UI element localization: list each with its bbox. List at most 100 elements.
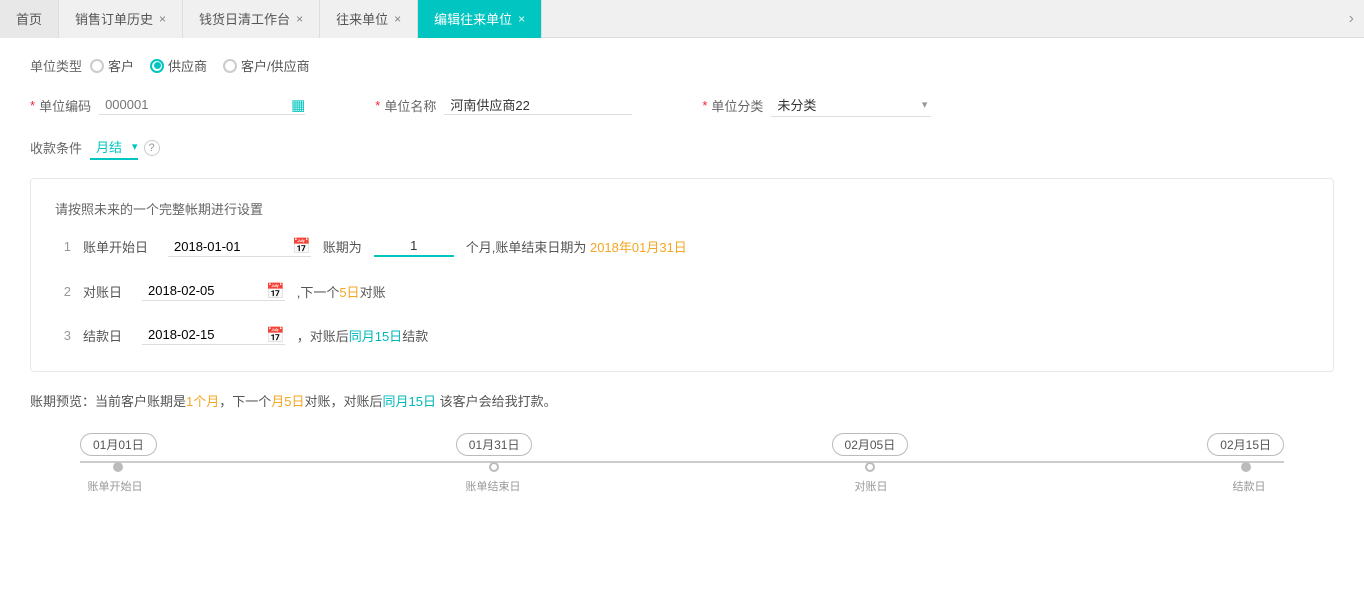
unit-code-picker-icon[interactable]: ▦ <box>291 96 305 114</box>
timeline-spacer-1 <box>157 465 456 472</box>
tab-cash-workbench-label: 钱货日清工作台 <box>199 9 290 28</box>
timeline-sublabel-3: 对账日 <box>836 478 906 494</box>
unit-category-value: 未分类 <box>771 93 822 116</box>
tabs-bar: 首页 销售订单历史 × 钱货日清工作台 × 往来单位 × 编辑往来单位 × › <box>0 0 1364 38</box>
payment-terms-help-icon[interactable]: ? <box>144 140 160 156</box>
tab-cash-workbench-close[interactable]: × <box>296 12 303 26</box>
timeline-nodes-container: 01月01日 01月31日 02月05日 <box>50 433 1314 472</box>
period-num-2: 2 <box>55 284 71 299</box>
period-row-1: 1 账单开始日 📅 账期为 个月,账单结束日期为 2018年01月31日 <box>55 236 1309 257</box>
unit-code-input-wrapper: ▦ <box>99 95 305 115</box>
timeline-spacer-2 <box>532 465 831 472</box>
timeline-badge-1: 01月01日 <box>80 433 157 456</box>
unit-info-row: * 单位编码 ▦ * 单位名称 * 单位分类 未分类 ▾ <box>30 93 1334 117</box>
timeline-node-end: 02月15日 <box>1207 433 1284 472</box>
tab-edit-partner-label: 编辑往来单位 <box>434 9 512 28</box>
tab-partner-units-label: 往来单位 <box>336 9 388 28</box>
tab-edit-partner[interactable]: 编辑往来单位 × <box>418 0 542 38</box>
period-num-3: 3 <box>55 328 71 343</box>
unit-type-item: 单位类型 客户 供应商 客户/供应商 <box>30 56 310 75</box>
summary-highlight-2: 月5日 <box>271 394 304 409</box>
unit-code-star: * <box>30 98 35 113</box>
period-num-1: 1 <box>55 239 71 254</box>
radio-customer-supplier-label: 客户/供应商 <box>241 56 310 75</box>
unit-code-input[interactable] <box>99 95 287 114</box>
payment-terms-select[interactable]: 月结 ▾ <box>90 135 138 160</box>
timeline-line <box>80 461 1284 463</box>
unit-category-select[interactable]: 未分类 ▾ <box>771 93 931 117</box>
period-field-label-1: 账单开始日 <box>83 237 148 256</box>
tab-sales-history-label: 销售订单历史 <box>75 9 153 28</box>
unit-category-chevron: ▾ <box>922 98 932 111</box>
period-date-2-highlight: 5日 <box>339 285 359 300</box>
tab-edit-partner-close[interactable]: × <box>518 12 525 26</box>
period-date-2-input[interactable] <box>142 281 262 300</box>
period-row-3: 3 结款日 📅 ，对账后同月15日结款 <box>55 325 1309 345</box>
timeline-badge-4: 02月15日 <box>1207 433 1284 456</box>
unit-category-item: * 单位分类 未分类 ▾ <box>702 93 931 117</box>
timeline-sublabel-2: 账单结束日 <box>458 478 528 494</box>
timeline-sublabels: 账单开始日 账单结束日 对账日 结款日 <box>50 472 1314 494</box>
timeline: 01月01日 01月31日 02月05日 <box>30 433 1334 494</box>
timeline-dot-2 <box>489 462 499 472</box>
radio-supplier-circle <box>150 59 164 73</box>
period-date-1-input[interactable] <box>168 237 288 256</box>
tab-sales-history-close[interactable]: × <box>159 12 166 26</box>
period-date-3-wrapper: 📅 <box>142 325 285 345</box>
timeline-dot-4 <box>1241 462 1251 472</box>
timeline-node-3: 02月05日 <box>832 433 909 472</box>
period-settings-box: 请按照未来的一个完整帐期进行设置 1 账单开始日 📅 账期为 个月,账单结束日期… <box>30 178 1334 372</box>
payment-terms-item: 收款条件 月结 ▾ ? <box>30 135 160 160</box>
timeline-spacer-3 <box>908 465 1207 472</box>
summary-highlight-3: 同月15日 <box>383 394 436 409</box>
summary-highlight-1: 1个月 <box>186 394 219 409</box>
timeline-dot-3 <box>865 462 875 472</box>
unit-name-label: 单位名称 <box>384 96 436 115</box>
period-desc-2: ,下一个5日对账 <box>297 282 386 301</box>
timeline-sublabel-1: 账单开始日 <box>80 478 150 494</box>
tab-home[interactable]: 首页 <box>0 0 59 38</box>
tab-cash-workbench[interactable]: 钱货日清工作台 × <box>183 0 320 38</box>
tab-partner-units[interactable]: 往来单位 × <box>320 0 418 38</box>
payment-terms-row: 收款条件 月结 ▾ ? <box>30 135 1334 160</box>
timeline-dot-1 <box>113 462 123 472</box>
timeline-node-2: 01月31日 <box>456 433 533 472</box>
radio-customer-label: 客户 <box>108 56 134 75</box>
tab-sales-history[interactable]: 销售订单历史 × <box>59 0 183 38</box>
timeline-sublabel-4: 结款日 <box>1214 478 1284 494</box>
period-date-2-icon[interactable]: 📅 <box>266 282 285 300</box>
period-date-1-icon[interactable]: 📅 <box>292 237 311 255</box>
period-field-label-2: 对账日 <box>83 282 122 301</box>
unit-name-input[interactable] <box>444 95 632 115</box>
unit-type-row: 单位类型 客户 供应商 客户/供应商 <box>30 56 1334 75</box>
summary-text: 账期预览：当前客户账期是1个月，下一个月5日对账，对账后同月15日 该客户会给我… <box>30 390 1334 413</box>
tabs-more-button[interactable]: › <box>1339 10 1364 28</box>
period-date-3-input[interactable] <box>142 325 262 344</box>
period-label-1: 账期为 <box>323 237 362 256</box>
period-desc-3: ，对账后同月15日结款 <box>297 326 429 345</box>
unit-code-item: * 单位编码 ▦ <box>30 95 305 115</box>
unit-type-radio-group: 客户 供应商 客户/供应商 <box>90 56 310 75</box>
period-box-title: 请按照未来的一个完整帐期进行设置 <box>55 199 1309 218</box>
period-row-2: 2 对账日 📅 ,下一个5日对账 <box>55 281 1309 301</box>
unit-code-label: 单位编码 <box>39 96 91 115</box>
tab-partner-units-close[interactable]: × <box>394 12 401 26</box>
payment-terms-chevron: ▾ <box>132 140 138 153</box>
period-end-date-highlight: 2018年01月31日 <box>590 240 687 255</box>
unit-name-star: * <box>375 98 380 113</box>
radio-customer-supplier[interactable]: 客户/供应商 <box>223 56 310 75</box>
tab-home-label: 首页 <box>16 9 42 28</box>
payment-terms-label: 收款条件 <box>30 138 82 157</box>
radio-supplier-label: 供应商 <box>168 56 207 75</box>
period-field-label-3: 结款日 <box>83 326 122 345</box>
payment-terms-value: 月结 <box>90 135 128 158</box>
radio-customer[interactable]: 客户 <box>90 56 134 75</box>
timeline-badge-2: 01月31日 <box>456 433 533 456</box>
period-date-3-icon[interactable]: 📅 <box>266 326 285 344</box>
period-value-input[interactable] <box>374 236 454 257</box>
radio-supplier[interactable]: 供应商 <box>150 56 207 75</box>
period-date-2-wrapper: 📅 <box>142 281 285 301</box>
period-date-3-highlight: 同月15日 <box>349 329 402 344</box>
unit-category-star: * <box>702 98 707 113</box>
radio-customer-supplier-circle <box>223 59 237 73</box>
